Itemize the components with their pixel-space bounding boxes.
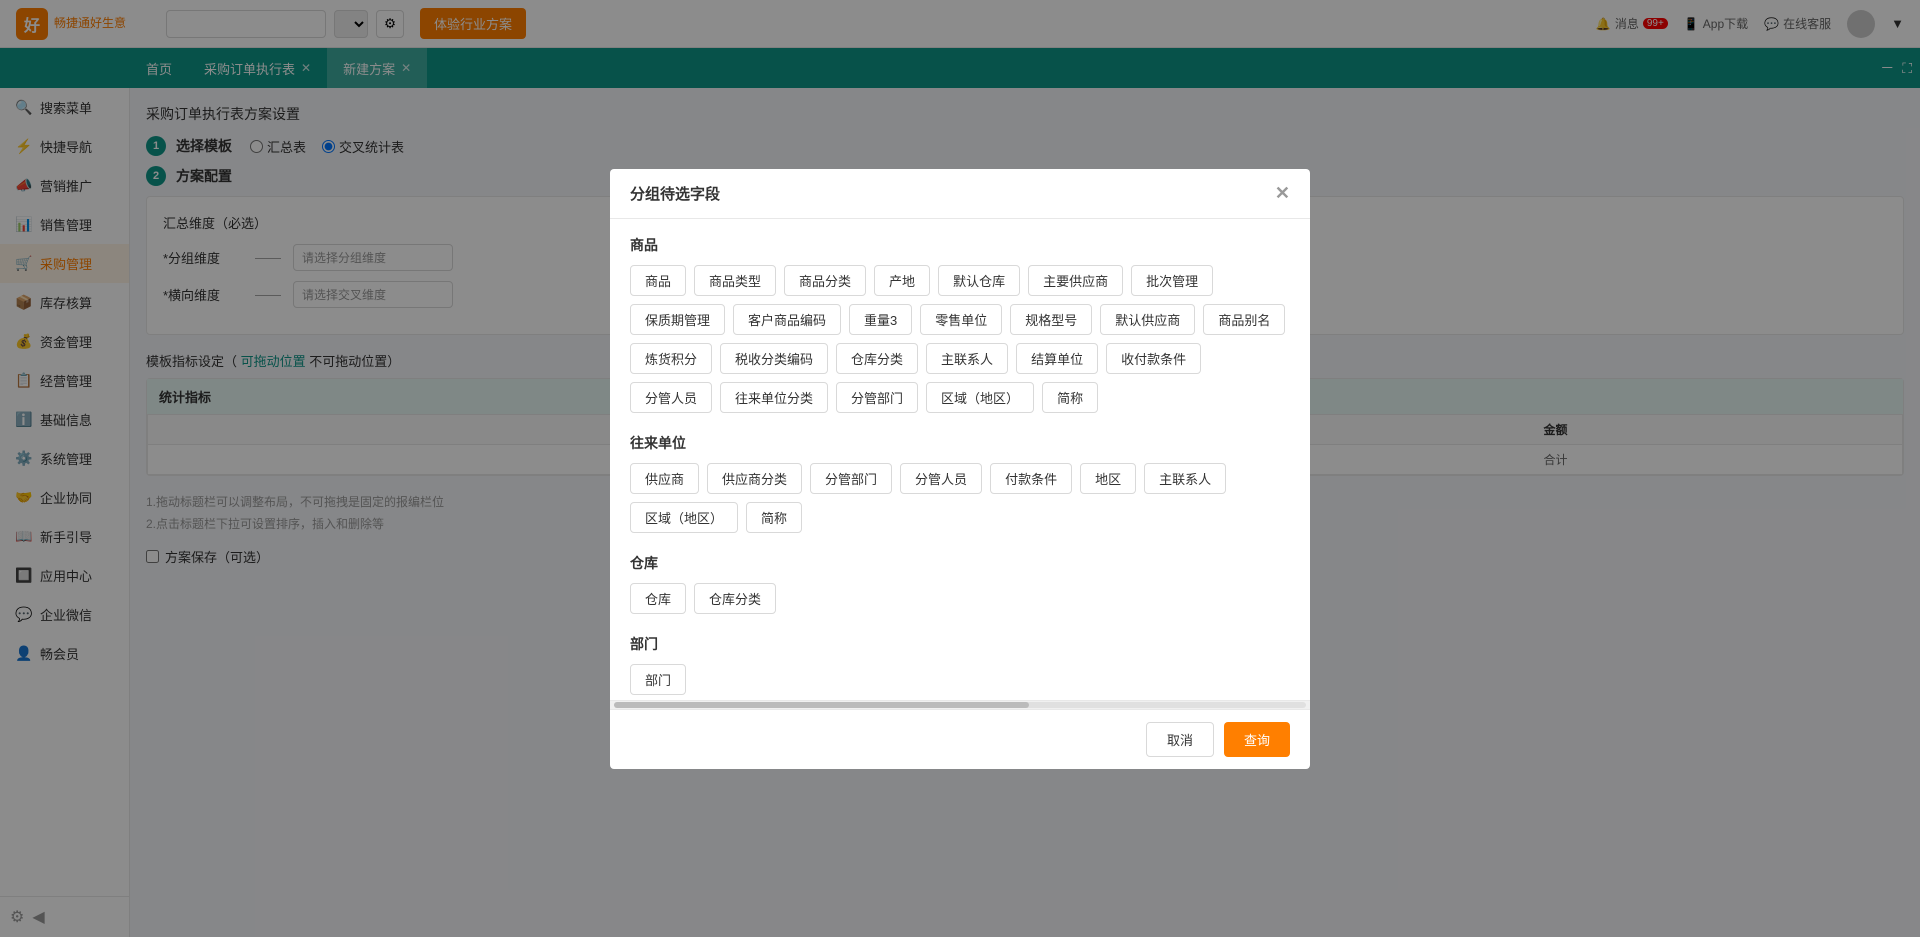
tag-goods-21[interactable]: 往来单位分类 bbox=[720, 382, 828, 413]
tag-goods-23[interactable]: 区域（地区） bbox=[926, 382, 1034, 413]
field-group-dept: 部门 部门 bbox=[630, 634, 1290, 695]
field-group-warehouse: 仓库 仓库 仓库分类 bbox=[630, 553, 1290, 614]
modal: 分组待选字段 ✕ 商品 商品 商品类型 商品分类 产地 默认仓库 主要供应商 批… bbox=[610, 169, 1310, 769]
tag-goods-16[interactable]: 仓库分类 bbox=[836, 343, 918, 374]
tag-goods-18[interactable]: 结算单位 bbox=[1016, 343, 1098, 374]
tag-goods-22[interactable]: 分管部门 bbox=[836, 382, 918, 413]
tag-goods-9[interactable]: 重量3 bbox=[849, 304, 912, 335]
tag-partner-6[interactable]: 主联系人 bbox=[1144, 463, 1226, 494]
tag-partner-7[interactable]: 区域（地区） bbox=[630, 502, 738, 533]
tag-partner-8[interactable]: 简称 bbox=[746, 502, 802, 533]
tag-goods-6[interactable]: 批次管理 bbox=[1131, 265, 1213, 296]
modal-confirm-button[interactable]: 查询 bbox=[1224, 722, 1290, 757]
tag-goods-0[interactable]: 商品 bbox=[630, 265, 686, 296]
tag-goods-14[interactable]: 炼货积分 bbox=[630, 343, 712, 374]
tag-goods-2[interactable]: 商品分类 bbox=[784, 265, 866, 296]
modal-hscrollbar[interactable] bbox=[610, 700, 1310, 709]
modal-footer: 取消 查询 bbox=[610, 709, 1310, 769]
field-group-partner: 往来单位 供应商 供应商分类 分管部门 分管人员 付款条件 地区 主联系人 区域… bbox=[630, 433, 1290, 533]
field-group-partner-title: 往来单位 bbox=[630, 433, 1290, 453]
tag-goods-24[interactable]: 简称 bbox=[1042, 382, 1098, 413]
tag-partner-1[interactable]: 供应商分类 bbox=[707, 463, 802, 494]
hscroll-thumb bbox=[614, 702, 1029, 708]
tag-partner-5[interactable]: 地区 bbox=[1080, 463, 1136, 494]
tag-goods-8[interactable]: 客户商品编码 bbox=[733, 304, 841, 335]
tag-partner-3[interactable]: 分管人员 bbox=[900, 463, 982, 494]
field-group-warehouse-title: 仓库 bbox=[630, 553, 1290, 573]
field-group-goods-title: 商品 bbox=[630, 235, 1290, 255]
tag-goods-20[interactable]: 分管人员 bbox=[630, 382, 712, 413]
tag-goods-13[interactable]: 商品别名 bbox=[1203, 304, 1285, 335]
tag-goods-17[interactable]: 主联系人 bbox=[926, 343, 1008, 374]
tag-goods-19[interactable]: 收付款条件 bbox=[1106, 343, 1201, 374]
tag-goods-1[interactable]: 商品类型 bbox=[694, 265, 776, 296]
tag-goods-15[interactable]: 税收分类编码 bbox=[720, 343, 828, 374]
tag-partner-4[interactable]: 付款条件 bbox=[990, 463, 1072, 494]
tag-goods-4[interactable]: 默认仓库 bbox=[938, 265, 1020, 296]
modal-title: 分组待选字段 bbox=[630, 183, 720, 204]
tag-goods-10[interactable]: 零售单位 bbox=[920, 304, 1002, 335]
field-group-goods: 商品 商品 商品类型 商品分类 产地 默认仓库 主要供应商 批次管理 保质期管理… bbox=[630, 235, 1290, 413]
tag-partner-0[interactable]: 供应商 bbox=[630, 463, 699, 494]
tag-goods-7[interactable]: 保质期管理 bbox=[630, 304, 725, 335]
field-group-dept-title: 部门 bbox=[630, 634, 1290, 654]
tag-goods-3[interactable]: 产地 bbox=[874, 265, 930, 296]
modal-close-icon[interactable]: ✕ bbox=[1275, 183, 1290, 204]
tag-warehouse-1[interactable]: 仓库分类 bbox=[694, 583, 776, 614]
field-tags-partner: 供应商 供应商分类 分管部门 分管人员 付款条件 地区 主联系人 区域（地区） … bbox=[630, 463, 1290, 533]
field-tags-dept: 部门 bbox=[630, 664, 1290, 695]
tag-partner-2[interactable]: 分管部门 bbox=[810, 463, 892, 494]
modal-cancel-button[interactable]: 取消 bbox=[1146, 722, 1214, 757]
tag-dept-0[interactable]: 部门 bbox=[630, 664, 686, 695]
modal-body[interactable]: 商品 商品 商品类型 商品分类 产地 默认仓库 主要供应商 批次管理 保质期管理… bbox=[610, 219, 1310, 700]
field-tags-goods: 商品 商品类型 商品分类 产地 默认仓库 主要供应商 批次管理 保质期管理 客户… bbox=[630, 265, 1290, 413]
hscroll-track bbox=[614, 702, 1306, 708]
tag-goods-11[interactable]: 规格型号 bbox=[1010, 304, 1092, 335]
tag-goods-12[interactable]: 默认供应商 bbox=[1100, 304, 1195, 335]
tag-warehouse-0[interactable]: 仓库 bbox=[630, 583, 686, 614]
modal-header: 分组待选字段 ✕ bbox=[610, 169, 1310, 219]
field-tags-warehouse: 仓库 仓库分类 bbox=[630, 583, 1290, 614]
tag-goods-5[interactable]: 主要供应商 bbox=[1028, 265, 1123, 296]
